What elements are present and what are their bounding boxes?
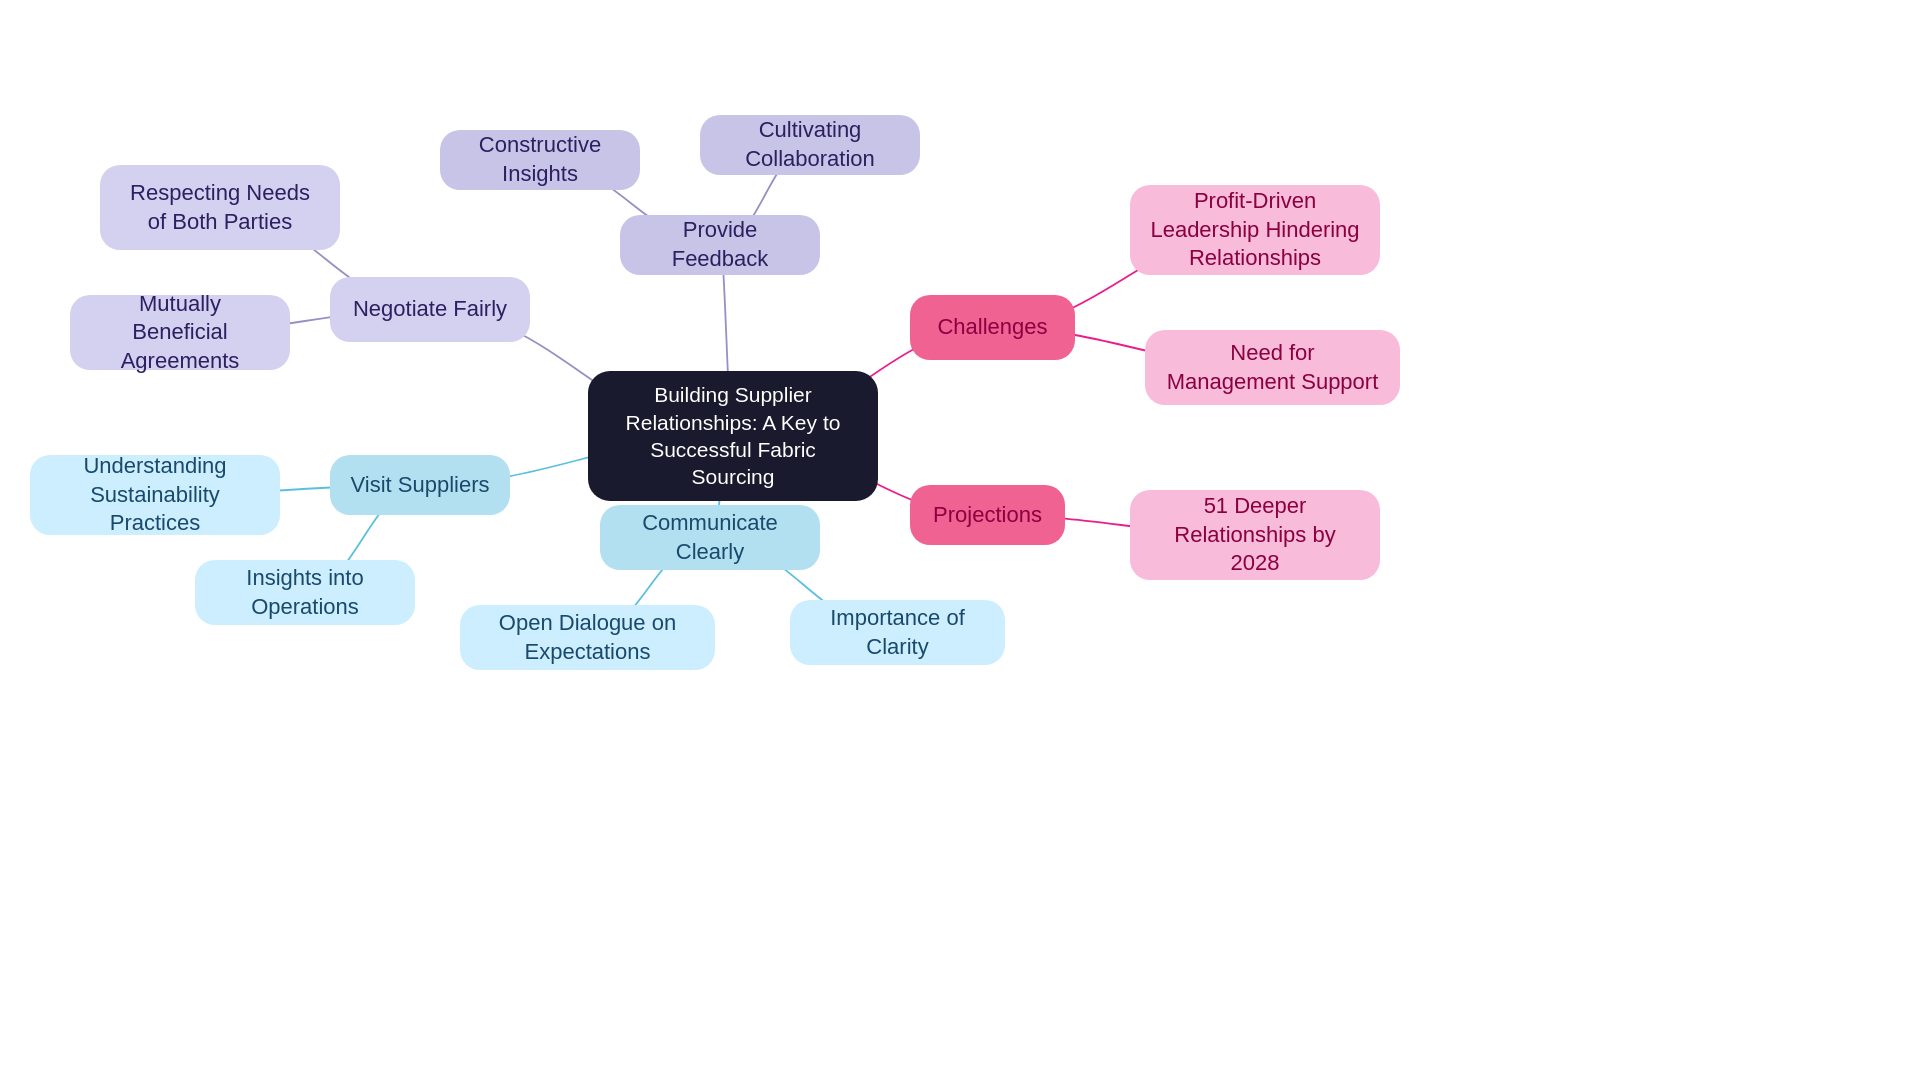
node-visit-suppliers: Visit Suppliers <box>330 455 510 515</box>
node-negotiate-fairly: Negotiate Fairly <box>330 277 530 342</box>
node-insights-ops: Insights into Operations <box>195 560 415 625</box>
node-sustainability: Understanding Sustainability Practices <box>30 455 280 535</box>
node-open-dialogue: Open Dialogue on Expectations <box>460 605 715 670</box>
node-constructive-insights: Constructive Insights <box>440 130 640 190</box>
node-profit-driven: Profit-Driven Leadership Hindering Relat… <box>1130 185 1380 275</box>
node-provide-feedback: Provide Feedback <box>620 215 820 275</box>
node-projections: Projections <box>910 485 1065 545</box>
node-respecting-needs: Respecting Needs of Both Parties <box>100 165 340 250</box>
node-challenges: Challenges <box>910 295 1075 360</box>
node-mgmt-support: Need for Management Support <box>1145 330 1400 405</box>
node-cultivating-collab: Cultivating Collaboration <box>700 115 920 175</box>
node-communicate-clearly: Communicate Clearly <box>600 505 820 570</box>
node-mutually-beneficial: Mutually Beneficial Agreements <box>70 295 290 370</box>
node-deeper-relationships: 51 Deeper Relationships by 2028 <box>1130 490 1380 580</box>
node-importance-clarity: Importance of Clarity <box>790 600 1005 665</box>
center-node: Building Supplier Relationships: A Key t… <box>588 371 878 501</box>
